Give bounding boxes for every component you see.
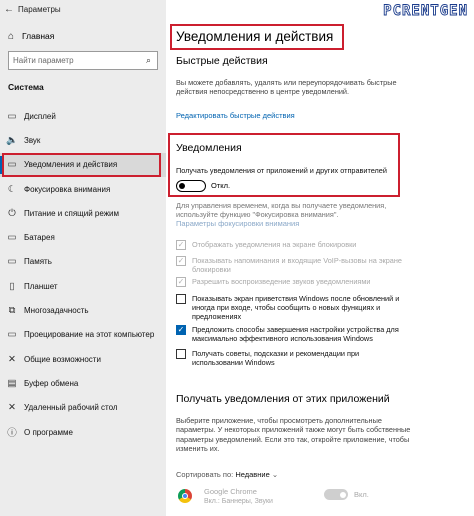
- notification-checkbox-row[interactable]: ✓ Разрешить воспроизведение звуков уведом…: [176, 277, 408, 287]
- sidebar-item-label: Общие возможности: [24, 354, 101, 364]
- window-title: Параметры: [18, 4, 61, 14]
- notification-checkbox-row[interactable]: ✓ Отображать уведомления на экране блокир…: [176, 240, 408, 250]
- edit-quick-actions-link[interactable]: Редактировать быстрые действия: [176, 111, 295, 120]
- sidebar-item-home[interactable]: ⌂ Главная: [0, 28, 166, 44]
- app-name: Google Chrome: [204, 487, 257, 496]
- app-row-chrome[interactable]: Google Chrome Вкл.: Баннеры, Звуки Вкл.: [176, 484, 466, 508]
- checkbox-label: Получать советы, подсказки и рекомендаци…: [192, 349, 360, 368]
- shared-icon: ✕: [8, 353, 16, 365]
- home-label: Главная: [22, 31, 55, 41]
- sidebar-item[interactable]: ⏻ Питание и спящий режим: [0, 201, 166, 225]
- sidebar-item-label: Звук: [24, 135, 41, 145]
- page-title: Уведомления и действия: [176, 29, 334, 44]
- toggle-knob: [179, 182, 185, 189]
- sidebar-item[interactable]: ▭ Дисплей: [0, 104, 166, 128]
- sidebar-item[interactable]: ▯ Планшет: [0, 274, 166, 298]
- sidebar-section-label: Система: [8, 82, 44, 92]
- checkbox[interactable]: ✓: [176, 240, 186, 250]
- app-status: Вкл.: Баннеры, Звуки: [204, 498, 273, 505]
- notifications-icon: ▭: [7, 159, 17, 171]
- notification-checkbox-row[interactable]: Получать советы, подсказки и рекомендаци…: [176, 349, 408, 367]
- clipboard-icon: ▤: [7, 377, 17, 389]
- sidebar-item[interactable]: ▭ Память: [0, 250, 166, 274]
- sidebar-item[interactable]: ✕ Общие возможности: [0, 347, 166, 371]
- battery-icon: ▭: [7, 232, 17, 244]
- sidebar-item-label: Питание и спящий режим: [24, 208, 120, 218]
- sidebar-item[interactable]: ⓘ О программе: [0, 420, 166, 444]
- sidebar-item-label: Удаленный рабочий стол: [24, 403, 118, 413]
- checkbox-label: Показывать напоминания и входящие VoIP-в…: [192, 256, 402, 275]
- notifications-toggle-caption: Получать уведомления от приложений и дру…: [176, 166, 387, 175]
- tablet-icon: ▯: [9, 280, 15, 292]
- sidebar-item[interactable]: ⧉ Многозадачность: [0, 298, 166, 322]
- notification-checkbox-row[interactable]: ✓ Предложить способы завершения настройки…: [176, 325, 408, 343]
- checkbox-label: Показывать экран приветствия Windows пос…: [192, 294, 400, 322]
- watermark-logo: PCRENTGEN: [383, 3, 468, 20]
- search-placeholder: Найти параметр: [13, 56, 74, 65]
- title-bar: ← Параметры: [0, 0, 166, 18]
- projection-icon: ▭: [7, 329, 17, 341]
- home-icon: ⌂: [7, 30, 15, 42]
- sidebar: ← Параметры ⌂ Главная Найти параметр ⌕ С…: [0, 0, 166, 516]
- main-content: PCRENTGEN Уведомления и действия Быстрые…: [166, 0, 474, 516]
- notification-checkbox-row[interactable]: ✓ Показывать напоминания и входящие VoIP-…: [176, 256, 408, 274]
- speaker-icon: 🔈: [6, 134, 18, 146]
- notifications-toggle[interactable]: [176, 180, 206, 192]
- sidebar-item-label: Фокусировка внимания: [24, 184, 111, 194]
- app-notifications-toggle[interactable]: [324, 489, 348, 500]
- sidebar-item[interactable]: ▭ Проецирование на этот компьютер: [0, 323, 166, 347]
- apps-section-description: Выберите приложение, чтобы просмотреть д…: [176, 416, 411, 453]
- power-icon: ⏻: [8, 207, 16, 219]
- notifications-heading: Уведомления: [176, 142, 242, 154]
- sidebar-item[interactable]: ▭ Батарея: [0, 225, 166, 249]
- sidebar-item[interactable]: ✕ Удаленный рабочий стол: [0, 396, 166, 420]
- sidebar-item-label: Планшет: [24, 281, 58, 291]
- sidebar-item-label: Проецирование на этот компьютер: [24, 330, 155, 340]
- sidebar-item[interactable]: 🔈 Звук: [0, 128, 166, 152]
- sidebar-nav: ▭ Дисплей 🔈 Звук ▭ Уведомления и действия ☾ Фок…: [0, 104, 166, 444]
- remote-desktop-icon: ✕: [8, 402, 16, 414]
- checkbox[interactable]: [176, 294, 186, 304]
- checkbox[interactable]: ✓: [176, 256, 186, 266]
- chrome-icon: [178, 489, 192, 503]
- sidebar-item[interactable]: ▭ Уведомления и действия: [0, 152, 166, 177]
- apps-section-heading: Получать уведомления от этих приложений: [176, 393, 390, 405]
- multitask-icon: ⧉: [8, 305, 16, 317]
- sidebar-item-label: Батарея: [24, 233, 55, 243]
- sidebar-item-label: О программе: [24, 427, 73, 437]
- quick-actions-heading: Быстрые действия: [176, 55, 268, 67]
- toggle-knob: [340, 491, 346, 498]
- app-toggle-state: Вкл.: [354, 490, 369, 499]
- focus-settings-link[interactable]: Параметры фокусировки внимания: [176, 219, 299, 228]
- checkbox[interactable]: ✓: [176, 325, 186, 335]
- search-input[interactable]: Найти параметр ⌕: [8, 51, 158, 70]
- chevron-down-icon: ⌄: [271, 470, 279, 479]
- sort-label: Сортировать по:: [176, 470, 234, 479]
- storage-icon: ▭: [7, 256, 17, 268]
- moon-icon: ☾: [7, 183, 17, 195]
- checkbox-label: Отображать уведомления на экране блокиро…: [192, 240, 357, 249]
- sidebar-item[interactable]: ☾ Фокусировка внимания: [0, 177, 166, 201]
- notifications-toggle-state: Откл.: [211, 181, 231, 190]
- sort-value: Недавние: [235, 470, 270, 479]
- back-arrow-icon[interactable]: ←: [0, 4, 18, 15]
- sidebar-item-label: Буфер обмена: [24, 378, 79, 388]
- display-icon: ▭: [7, 110, 17, 122]
- checkbox[interactable]: [176, 349, 186, 359]
- sidebar-item-label: Дисплей: [24, 111, 56, 121]
- notification-checkbox-row[interactable]: Показывать экран приветствия Windows пос…: [176, 294, 408, 322]
- sidebar-item-label: Память: [24, 257, 52, 267]
- checkbox-label: Разрешить воспроизведение звуков уведомл…: [192, 277, 371, 286]
- sidebar-item-label: Уведомления и действия: [24, 160, 118, 170]
- sort-control[interactable]: Сортировать по: Недавние ⌄: [176, 470, 278, 479]
- checkbox[interactable]: ✓: [176, 277, 186, 287]
- sidebar-item[interactable]: ▤ Буфер обмена: [0, 371, 166, 395]
- checkbox-label: Предложить способы завершения настройки …: [192, 325, 399, 344]
- focus-description: Для управления временем, когда вы получа…: [176, 201, 387, 220]
- quick-actions-description: Вы можете добавлять, удалять или переупо…: [176, 78, 397, 97]
- info-icon: ⓘ: [7, 428, 17, 439]
- sidebar-item-label: Многозадачность: [24, 306, 89, 316]
- search-icon: ⌕: [145, 55, 151, 65]
